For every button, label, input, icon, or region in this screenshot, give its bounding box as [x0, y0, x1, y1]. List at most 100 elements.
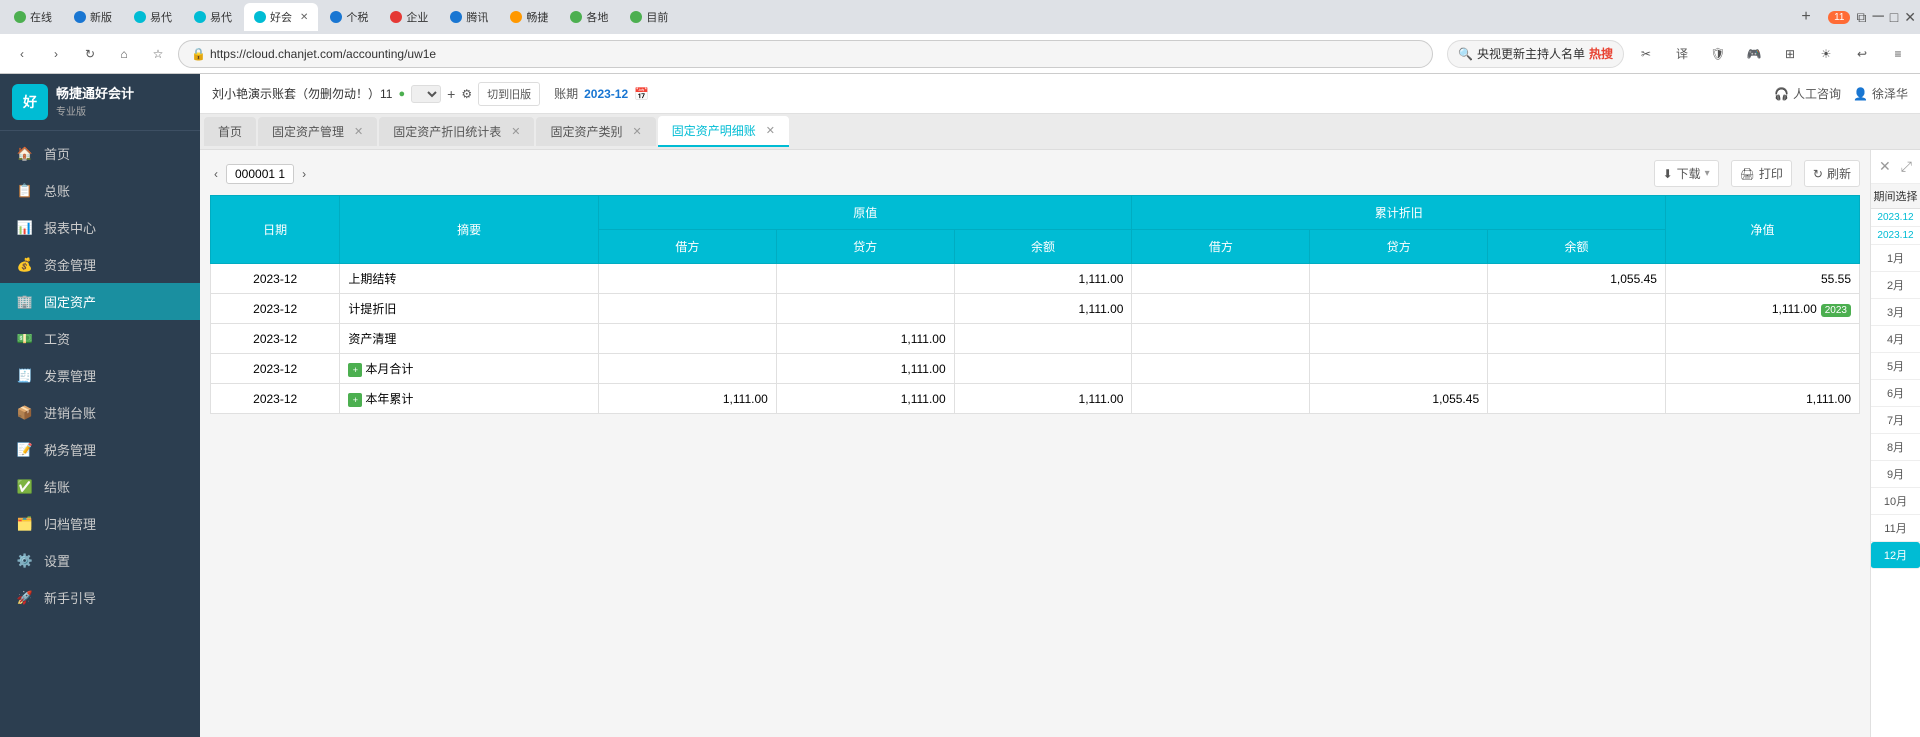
cell-orig-debit: 1,111.00	[598, 384, 776, 414]
period-month-3月[interactable]: 3月	[1871, 299, 1920, 326]
browser-tab-易代[interactable]: 易代	[124, 3, 182, 31]
browser-tab-好会[interactable]: 好会✕	[244, 3, 318, 31]
period-month-1月[interactable]: 1月	[1871, 245, 1920, 272]
period-month-4月[interactable]: 4月	[1871, 326, 1920, 353]
nav-label-新手引导: 新手引导	[44, 588, 96, 607]
sub-header-balance1: 余额	[954, 230, 1132, 264]
browser-tab-新版[interactable]: 新版	[64, 3, 122, 31]
period-month-5月[interactable]: 5月	[1871, 353, 1920, 380]
browser-tab-企业[interactable]: 企业	[380, 3, 438, 31]
undo-icon[interactable]: ↩	[1848, 40, 1876, 68]
nav-icon-进销台账: 📦	[16, 404, 34, 422]
cut-icon[interactable]: ✂	[1632, 40, 1660, 68]
restore-window-icon[interactable]: ⧉	[1856, 9, 1866, 26]
new-tab-button[interactable]: +	[1794, 5, 1818, 29]
period-month-6月[interactable]: 6月	[1871, 380, 1920, 407]
human-service-button[interactable]: 🎧 人工咨询	[1774, 85, 1841, 102]
account-switcher[interactable]	[411, 85, 441, 103]
period-month-11月[interactable]: 11月	[1871, 515, 1920, 542]
sidebar-item-税务管理[interactable]: 📝税务管理	[0, 431, 200, 468]
sidebar-item-资金管理[interactable]: 💰资金管理	[0, 246, 200, 283]
page-tab-固定资产折旧统计表[interactable]: 固定资产折旧统计表✕	[379, 117, 534, 146]
browser-tab-易代[interactable]: 易代	[184, 3, 242, 31]
period-month-8月[interactable]: 8月	[1871, 434, 1920, 461]
sidebar-item-总账[interactable]: 📋总账	[0, 172, 200, 209]
sidebar-item-归档管理[interactable]: 🗂️归档管理	[0, 505, 200, 542]
maximize-icon[interactable]: □	[1890, 9, 1898, 25]
row-expand-icon: +	[348, 393, 362, 407]
user-profile-button[interactable]: 👤 徐泽华	[1853, 85, 1908, 102]
page-tab-固定资产管理[interactable]: 固定资产管理✕	[258, 117, 377, 146]
tab-count-badge: 11	[1828, 11, 1850, 24]
cell-dep-credit	[1310, 264, 1488, 294]
grid-icon[interactable]: ⊞	[1776, 40, 1804, 68]
close-window-icon[interactable]: ✕	[1904, 9, 1916, 26]
expand-panel-button[interactable]: ⤢	[1897, 154, 1916, 179]
home-button[interactable]: ⌂	[110, 40, 138, 68]
bookmark-button[interactable]: ☆	[144, 40, 172, 68]
close-tab-icon[interactable]: ✕	[633, 125, 642, 138]
browser-tab-畅捷[interactable]: 畅捷	[500, 3, 558, 31]
table-row: 2023-12 资产清理 1,111.00	[211, 324, 1860, 354]
period-month-7月[interactable]: 7月	[1871, 407, 1920, 434]
sidebar-item-首页[interactable]: 🏠首页	[0, 135, 200, 172]
next-page-button[interactable]: ›	[298, 165, 310, 183]
prev-page-button[interactable]: ‹	[210, 165, 222, 183]
col-header-netvalue: 净值	[1665, 196, 1859, 264]
close-tab-icon[interactable]: ✕	[354, 125, 363, 138]
menu-icon[interactable]: ≡	[1884, 40, 1912, 68]
page-tab-固定资产明细账[interactable]: 固定资产明细账✕	[658, 116, 789, 147]
sidebar-item-报表中心[interactable]: 📊报表中心	[0, 209, 200, 246]
period-month-2月[interactable]: 2月	[1871, 272, 1920, 299]
forward-button[interactable]: ›	[42, 40, 70, 68]
close-tab-icon[interactable]: ✕	[511, 125, 520, 138]
back-button[interactable]: ‹	[8, 40, 36, 68]
address-input[interactable]: 🔒 https://cloud.chanjet.com/accounting/u…	[178, 40, 1433, 68]
settings-icon[interactable]: ⚙	[461, 87, 472, 101]
page-number-box[interactable]: 000001 1	[226, 164, 294, 184]
print-button[interactable]: 🖨 打印	[1731, 160, 1792, 187]
sidebar-item-发票管理[interactable]: 🧾发票管理	[0, 357, 200, 394]
brightness-icon[interactable]: ☀	[1812, 40, 1840, 68]
page-tab-固定资产类别[interactable]: 固定资产类别✕	[536, 117, 655, 146]
period-month-12月[interactable]: 12月	[1871, 542, 1920, 569]
sidebar-item-工资[interactable]: 💵工资	[0, 320, 200, 357]
translate-icon[interactable]: 译	[1668, 40, 1696, 68]
search-bar[interactable]: 🔍 央视更新主持人名单 热搜	[1447, 40, 1624, 68]
ledger-main: ‹ 000001 1 › ⬇ 下载 ▾ 🖨 打印	[200, 150, 1870, 737]
sidebar-item-进销台账[interactable]: 📦进销台账	[0, 394, 200, 431]
browser-tab-目前[interactable]: 目前	[620, 3, 678, 31]
browser-tab-个税[interactable]: 个税	[320, 3, 378, 31]
reload-button[interactable]: ↻	[76, 40, 104, 68]
game-icon[interactable]: 🎮	[1740, 40, 1768, 68]
cell-orig-credit: 1,111.00	[776, 354, 954, 384]
browser-tab-在线[interactable]: 在线	[4, 3, 62, 31]
period-month-10月[interactable]: 10月	[1871, 488, 1920, 515]
shield-icon[interactable]: 🛡	[1704, 40, 1732, 68]
close-tab-icon[interactable]: ✕	[766, 124, 775, 137]
browser-tab-各地[interactable]: 各地	[560, 3, 618, 31]
cell-dep-debit	[1132, 354, 1310, 384]
nav-label-固定资产: 固定资产	[44, 292, 96, 311]
sidebar-item-结账[interactable]: ✅结账	[0, 468, 200, 505]
table-row: 2023-12 +本年累计 1,111.00 1,111.00 1,111.00…	[211, 384, 1860, 414]
close-panel-button[interactable]: ✕	[1875, 154, 1895, 179]
nav-icon-总账: 📋	[16, 182, 34, 200]
refresh-button[interactable]: ↻ 刷新	[1804, 160, 1860, 187]
sidebar-item-设置[interactable]: ⚙️设置	[0, 542, 200, 579]
nav-icon-归档管理: 🗂️	[16, 515, 34, 533]
period-month-9月[interactable]: 9月	[1871, 461, 1920, 488]
download-button[interactable]: ⬇ 下载 ▾	[1654, 160, 1719, 187]
sidebar-item-固定资产[interactable]: 🏢固定资产	[0, 283, 200, 320]
hot-search-label: 热搜	[1589, 45, 1613, 62]
period-value: 2023-12	[584, 87, 628, 101]
sidebar-item-新手引导[interactable]: 🚀新手引导	[0, 579, 200, 616]
browser-tab-腾讯[interactable]: 腾讯	[440, 3, 498, 31]
cell-date: 2023-12	[211, 294, 340, 324]
minimize-icon[interactable]: ─	[1872, 8, 1883, 26]
add-account-icon[interactable]: +	[447, 86, 455, 102]
switch-version-button[interactable]: 切到旧版	[478, 82, 540, 106]
calendar-icon[interactable]: 📅	[634, 87, 649, 101]
sub-header-credit2: 贷方	[1310, 230, 1488, 264]
page-tab-首页[interactable]: 首页	[204, 117, 256, 146]
